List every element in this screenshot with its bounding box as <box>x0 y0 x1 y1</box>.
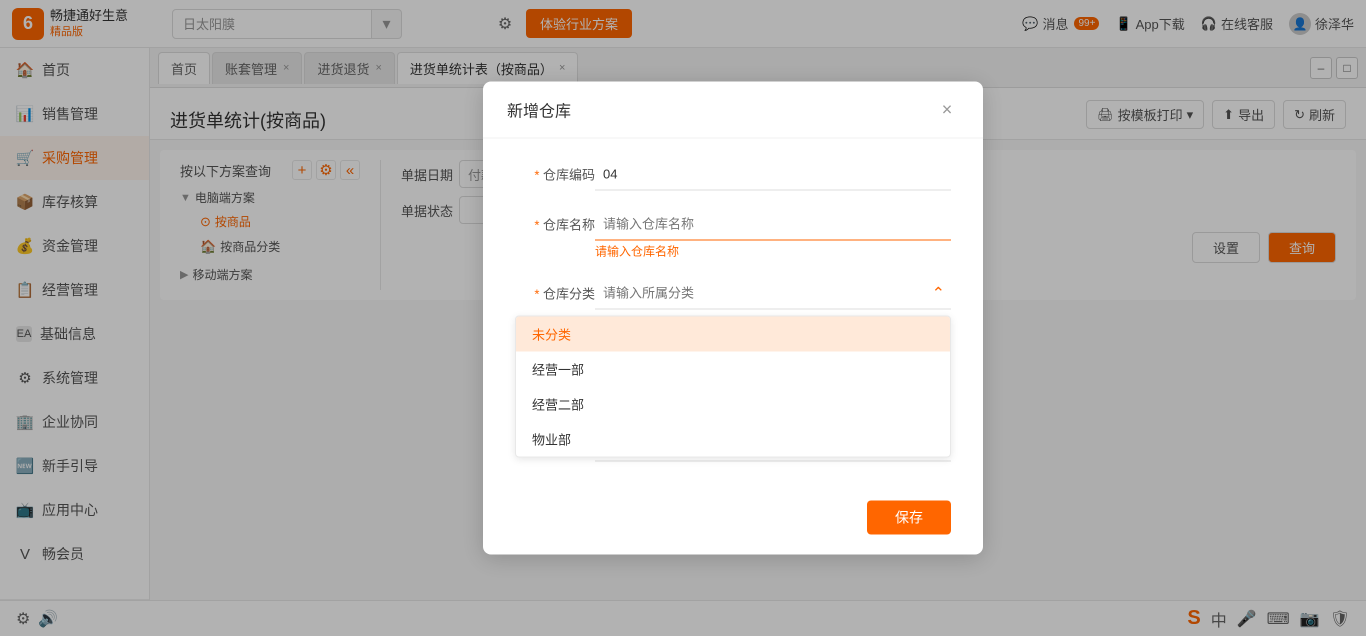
dropdown-item-property[interactable]: 物业部 <box>516 422 950 457</box>
modal-footer: 保存 <box>483 485 983 555</box>
category-dropdown-list: 未分类 经营一部 经营二部 物业部 <box>515 316 951 458</box>
code-label: 仓库编码 <box>515 159 595 184</box>
modal-close-btn[interactable]: × <box>935 98 959 122</box>
form-row-code: 仓库编码 <box>515 159 951 191</box>
dropdown-item-ops2[interactable]: 经营二部 <box>516 387 950 422</box>
category-input-wrap: ⌃ 未分类 经营一部 经营二部 物业部 <box>595 278 951 310</box>
name-label: 仓库名称 <box>515 209 595 234</box>
save-button[interactable]: 保存 <box>867 501 951 535</box>
category-select-wrap: ⌃ <box>595 278 951 310</box>
name-input[interactable] <box>595 209 951 241</box>
name-input-wrap: 请输入仓库名称 <box>595 209 951 260</box>
dropdown-item-ops1[interactable]: 经营一部 <box>516 352 950 387</box>
category-label: 仓库分类 <box>515 278 595 303</box>
modal-header: 新增仓库 × <box>483 82 983 139</box>
modal-body: 仓库编码 仓库名称 请输入仓库名称 仓库分类 ⌃ 未分类 <box>483 139 983 467</box>
new-warehouse-modal: 新增仓库 × 仓库编码 仓库名称 请输入仓库名称 仓库分类 ⌃ <box>483 82 983 555</box>
modal-title: 新增仓库 <box>507 98 571 122</box>
category-input[interactable] <box>595 278 951 310</box>
form-row-category: 仓库分类 ⌃ 未分类 经营一部 经营二部 物业部 <box>515 278 951 310</box>
code-input[interactable] <box>595 159 951 191</box>
category-dropdown-icon[interactable]: ⌃ <box>932 284 945 304</box>
name-error-tip: 请输入仓库名称 <box>595 243 951 260</box>
dropdown-item-unclassified[interactable]: 未分类 <box>516 317 950 352</box>
form-row-name: 仓库名称 请输入仓库名称 <box>515 209 951 260</box>
code-input-wrap <box>595 159 951 191</box>
